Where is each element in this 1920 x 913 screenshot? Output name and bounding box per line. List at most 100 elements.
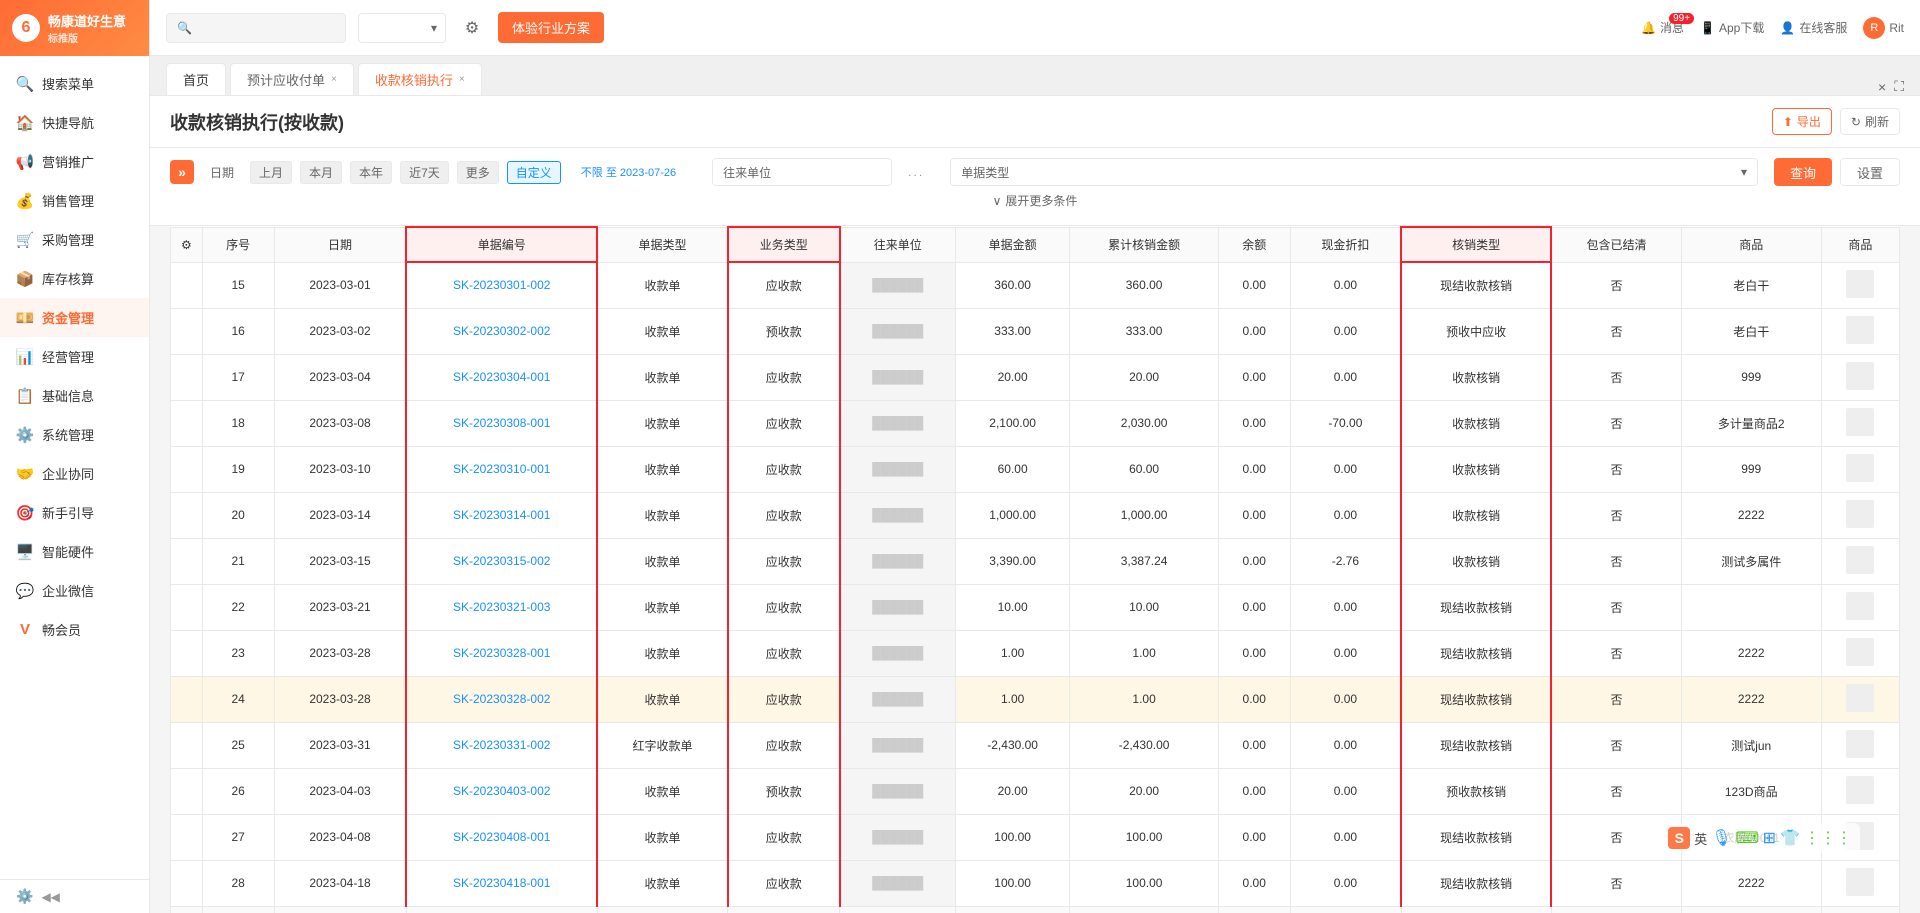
table-row[interactable]: 182023-03-08SK-20230308-001收款单应收款██████2… [171, 400, 1900, 446]
td-doc-no-link[interactable]: SK-20230310-001 [453, 462, 550, 476]
window-close-btn[interactable]: × [1878, 79, 1886, 95]
table-row[interactable]: 172023-03-04SK-20230304-001收款单应收款██████2… [171, 354, 1900, 400]
td-doc-no-link[interactable]: SK-20230304-001 [453, 370, 550, 384]
app-download-btn[interactable]: 📱 App下载 [1700, 19, 1764, 36]
td-doc-no[interactable]: SK-20230310-001 [406, 446, 597, 492]
td-doc-no-link[interactable]: SK-20230315-002 [453, 554, 550, 568]
table-row[interactable]: 212023-03-15SK-20230315-002收款单应收款██████3… [171, 538, 1900, 584]
td-doc-no[interactable]: SK-20230321-003 [406, 584, 597, 630]
window-expand-btn[interactable]: ⛶ [1894, 78, 1904, 95]
td-doc-no-link[interactable]: SK-20230403-002 [453, 784, 550, 798]
td-product2 [1821, 308, 1899, 354]
td-doc-no[interactable]: SK-20230308-001 [406, 400, 597, 446]
td-doc-amount: 2,100.00 [955, 400, 1069, 446]
date-more[interactable]: 更多 [457, 161, 499, 184]
td-doc-no[interactable]: SK-20230328-002 [406, 676, 597, 722]
sidebar-item-hardware[interactable]: 🖥️ 智能硬件 [0, 532, 149, 571]
partner-input[interactable]: 往来单位 [712, 158, 892, 186]
topbar-dropdown[interactable]: ▾ [358, 13, 446, 43]
table-row[interactable]: 272023-04-08SK-20230408-001收款单应收款██████1… [171, 814, 1900, 860]
td-doc-no-link[interactable]: SK-20230308-001 [453, 416, 550, 430]
td-doc-type: 收款单 [597, 308, 728, 354]
keyboard-icon: ⌨ [1736, 828, 1759, 848]
tab-home[interactable]: 首页 [166, 63, 226, 95]
sidebar-item-enterprise[interactable]: 🤝 企业协同 [0, 454, 149, 493]
tab-payable-close[interactable]: × [331, 74, 337, 85]
td-doc-no[interactable]: SK-20230304-001 [406, 354, 597, 400]
user-menu[interactable]: R Rit [1863, 17, 1904, 39]
td-doc-no[interactable]: SK-20230302-002 [406, 308, 597, 354]
filter-settings-btn[interactable]: 设置 [1840, 158, 1900, 186]
date-this-month[interactable]: 本月 [300, 161, 342, 184]
sidebar-item-marketing[interactable]: 📢 营销推广 [0, 142, 149, 181]
table-row[interactable]: 192023-03-10SK-20230310-001收款单应收款██████6… [171, 446, 1900, 492]
table-row[interactable]: 242023-03-28SK-20230328-002收款单应收款██████1… [171, 676, 1900, 722]
topbar-gear-btn[interactable]: ⚙ [458, 14, 486, 42]
td-doc-no[interactable]: SK-20230408-001 [406, 814, 597, 860]
td-write-off-type: 收款核销 [1401, 538, 1551, 584]
shirt-icon: 👕 [1780, 828, 1800, 848]
td-doc-no-link[interactable]: SK-20230408-001 [453, 830, 550, 844]
sidebar-collapse-btn[interactable]: ◀◀ [41, 890, 59, 904]
td-doc-no[interactable]: SK-20230328-001 [406, 630, 597, 676]
tab-receipt-writeoff[interactable]: 收款核销执行 × [358, 63, 482, 95]
table-row[interactable]: 232023-03-28SK-20230328-001收款单应收款██████1… [171, 630, 1900, 676]
td-doc-no-link[interactable]: SK-20230301-002 [453, 278, 550, 292]
td-doc-no[interactable]: SK-20230315-002 [406, 538, 597, 584]
notification-count: 99+ [1669, 13, 1694, 24]
td-doc-no-link[interactable]: SK-20230302-002 [453, 324, 550, 338]
online-service-btn[interactable]: 👤 在线客服 [1780, 19, 1847, 36]
query-btn[interactable]: 查询 [1774, 158, 1832, 186]
topbar-search[interactable]: 🔍 [166, 13, 346, 43]
table-row[interactable]: 252023-03-31SK-20230331-002红字收款单应收款█████… [171, 722, 1900, 768]
refresh-btn[interactable]: ↻ 刷新 [1840, 108, 1900, 135]
td-seq: 26 [202, 768, 274, 814]
table-row[interactable]: 262023-04-03SK-20230403-002收款单预收款██████2… [171, 768, 1900, 814]
export-btn[interactable]: ⬆ 导出 [1772, 108, 1832, 135]
table-row[interactable]: 162023-03-02SK-20230302-002收款单预收款██████3… [171, 308, 1900, 354]
date-this-year[interactable]: 本年 [350, 161, 392, 184]
sidebar-item-sales[interactable]: 💰 销售管理 [0, 181, 149, 220]
sidebar-item-basic[interactable]: 📋 基础信息 [0, 376, 149, 415]
td-doc-no-link[interactable]: SK-20230328-001 [453, 646, 550, 660]
td-doc-no[interactable]: SK-20230403-002 [406, 768, 597, 814]
td-doc-no-link[interactable]: SK-20230331-002 [453, 738, 550, 752]
sidebar-item-shortcut[interactable]: 🏠 快捷导航 [0, 103, 149, 142]
td-doc-no-link[interactable]: SK-20230328-002 [453, 692, 550, 706]
tab-payable[interactable]: 预计应收付单 × [230, 63, 354, 95]
table-row[interactable]: 202023-03-14SK-20230314-001收款单应收款██████1… [171, 492, 1900, 538]
sidebar-item-guide[interactable]: 🎯 新手引导 [0, 493, 149, 532]
sidebar-item-operation[interactable]: 📊 经营管理 [0, 337, 149, 376]
sidebar-item-wechat[interactable]: 💬 企业微信 [0, 571, 149, 610]
td-biz-type: 应收款 [728, 722, 840, 768]
table-row[interactable]: 152023-03-01SK-20230301-002收款单应收款██████3… [171, 262, 1900, 308]
filter-toggle-btn[interactable]: » [170, 160, 194, 184]
sidebar-item-search[interactable]: 🔍 搜索菜单 [0, 64, 149, 103]
sidebar-item-finance[interactable]: 💴 资金管理 [0, 298, 149, 337]
doc-type-select[interactable]: 单据类型 ▾ [950, 158, 1758, 186]
td-doc-no[interactable]: SK-20230331-002 [406, 722, 597, 768]
sidebar-item-purchase[interactable]: 🛒 采购管理 [0, 220, 149, 259]
td-doc-no-link[interactable]: SK-20230418-001 [453, 876, 550, 890]
tab-receipt-close[interactable]: × [459, 74, 465, 85]
td-doc-no[interactable]: SK-20230418-001 [406, 860, 597, 906]
td-doc-no-link[interactable]: SK-20230321-003 [453, 600, 550, 614]
industry-btn[interactable]: 体验行业方案 [498, 12, 604, 43]
sidebar-item-vip[interactable]: V 畅会员 [0, 610, 149, 649]
th-gear[interactable]: ⚙ [171, 227, 203, 262]
date-custom[interactable]: 自定义 [507, 161, 561, 184]
table-row[interactable]: 222023-03-21SK-20230321-003收款单应收款██████1… [171, 584, 1900, 630]
date-last-month[interactable]: 上月 [250, 161, 292, 184]
date-7days[interactable]: 近7天 [400, 161, 449, 184]
notification-btn[interactable]: 🔔 消息 99+ [1641, 19, 1684, 36]
sidebar-item-inventory[interactable]: 📦 库存核算 [0, 259, 149, 298]
td-doc-no[interactable]: SK-20230314-001 [406, 492, 597, 538]
sidebar-item-system[interactable]: ⚙️ 系统管理 [0, 415, 149, 454]
td-doc-no-link[interactable]: SK-20230314-001 [453, 508, 550, 522]
expand-conditions-btn[interactable]: ∨ 展开更多条件 [993, 192, 1078, 209]
table-row[interactable]: 282023-04-18SK-20230418-001收款单应收款██████1… [171, 860, 1900, 906]
td-gear [171, 492, 203, 538]
sidebar-settings-btn[interactable]: ⚙️ [16, 888, 33, 905]
td-doc-amount: 3,390.00 [955, 538, 1069, 584]
td-doc-no[interactable]: SK-20230301-002 [406, 262, 597, 308]
